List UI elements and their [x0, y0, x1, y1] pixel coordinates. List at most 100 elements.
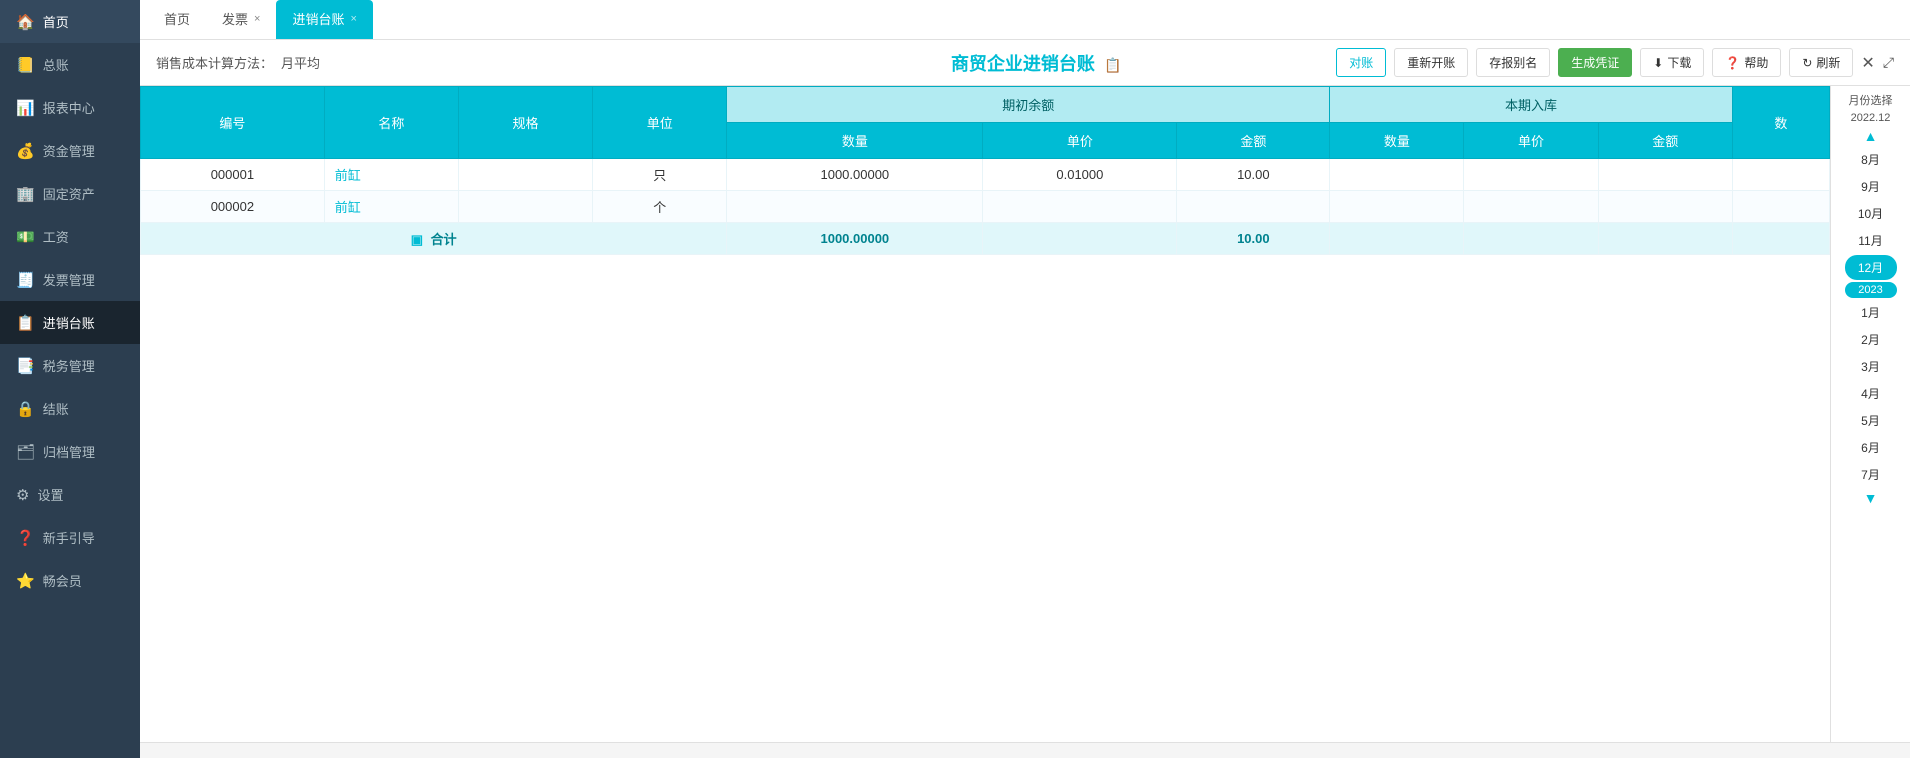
sidebar-label-funds: 资金管理	[43, 141, 95, 160]
sidebar-item-ledger[interactable]: 📒 总账	[0, 43, 140, 86]
total-opening-price-empty	[983, 223, 1177, 255]
sidebar-item-salary[interactable]: 💵 工资	[0, 215, 140, 258]
month-item-9[interactable]: 9月	[1845, 174, 1897, 199]
month-scroll-down[interactable]: ▼	[1859, 488, 1883, 508]
close-window-button[interactable]: ✕	[1861, 53, 1874, 73]
sidebar-label-invoice-mgmt: 发票管理	[43, 270, 95, 289]
tab-invoice[interactable]: 发票 ×	[206, 0, 276, 39]
tab-inventory-ledger[interactable]: 进销台账 ×	[276, 0, 372, 39]
month-item-12[interactable]: 12月	[1845, 255, 1897, 280]
total-more	[1732, 223, 1829, 255]
row1-in-price	[1464, 159, 1598, 191]
col-header-in-qty: 数量	[1330, 123, 1464, 159]
month-item-6[interactable]: 6月	[1845, 435, 1897, 460]
month-panel: 月份选择 2022.12 ▲ 8月 9月 10月 11月 12月 2023 1月…	[1830, 86, 1910, 742]
save-as-button[interactable]: 存报别名	[1476, 48, 1550, 77]
total-label-text: 合计	[431, 232, 457, 247]
sidebar-item-home[interactable]: 🏠 首页	[0, 0, 140, 43]
sidebar-label-guide: 新手引导	[43, 528, 95, 547]
total-in-price	[1464, 223, 1598, 255]
month-scroll-up[interactable]: ▲	[1859, 126, 1883, 146]
refresh-button[interactable]: ↻ 刷新	[1789, 48, 1853, 77]
sidebar-label-assets: 固定资产	[43, 184, 95, 203]
sidebar-label-reports: 报表中心	[43, 98, 95, 117]
total-label: ▣ 合计	[141, 223, 727, 255]
salary-icon: 💵	[16, 228, 35, 246]
download-button[interactable]: ⬇ 下载	[1640, 48, 1704, 77]
sidebar-item-invoice-mgmt[interactable]: 🧾 发票管理	[0, 258, 140, 301]
col-header-code: 编号	[141, 87, 325, 159]
month-item-1[interactable]: 1月	[1845, 300, 1897, 325]
row1-opening-price: 0.01000	[983, 159, 1177, 191]
sidebar-item-closing[interactable]: 🔒 结账	[0, 387, 140, 430]
reopen-button[interactable]: 重新开账	[1394, 48, 1468, 77]
sidebar-item-reports[interactable]: 📊 报表中心	[0, 86, 140, 129]
month-item-4[interactable]: 4月	[1845, 381, 1897, 406]
download-icon: ⬇	[1653, 56, 1663, 70]
sidebar-item-inventory[interactable]: 📋 进销台账	[0, 301, 140, 344]
month-item-5[interactable]: 5月	[1845, 408, 1897, 433]
sidebar-item-funds[interactable]: 💰 资金管理	[0, 129, 140, 172]
table-row: 000001 前缸 只 1000.00000 0.01000 10.00	[141, 159, 1830, 191]
sidebar-label-home: 首页	[43, 12, 69, 31]
ledger-icon: 📒	[16, 56, 35, 74]
tab-inventory-close[interactable]: ×	[350, 13, 356, 25]
year-2023-badge: 2023	[1845, 282, 1897, 298]
expand-window-button[interactable]: ⤢	[1883, 54, 1894, 71]
col-header-name: 名称	[324, 87, 458, 159]
generate-button[interactable]: 生成凭证	[1558, 48, 1632, 77]
month-item-2[interactable]: 2月	[1845, 327, 1897, 352]
sidebar-item-archive[interactable]: 🗂 归档管理	[0, 430, 140, 473]
total-in-amount	[1598, 223, 1732, 255]
sidebar-label-closing: 结账	[43, 399, 69, 418]
sidebar-item-member[interactable]: ⭐ 畅会员	[0, 559, 140, 602]
member-icon: ⭐	[16, 572, 35, 590]
month-item-8[interactable]: 8月	[1845, 147, 1897, 172]
sidebar-item-tax[interactable]: 📑 税务管理	[0, 344, 140, 387]
row1-opening-amount: 10.00	[1177, 159, 1330, 191]
row1-code: 000001	[141, 159, 325, 191]
tab-invoice-close[interactable]: ×	[254, 13, 260, 25]
total-row: ▣ 合计 1000.00000 10.00	[141, 223, 1830, 255]
col-header-opening-qty: 数量	[727, 123, 983, 159]
col-header-in-price: 单价	[1464, 123, 1598, 159]
row1-in-qty	[1330, 159, 1464, 191]
help-button[interactable]: ❓ 帮助	[1712, 48, 1781, 77]
month-item-3[interactable]: 3月	[1845, 354, 1897, 379]
download-label: 下载	[1667, 54, 1691, 71]
main-area: 首页 发票 × 进销台账 × 销售成本计算方法： 月平均 商贸企业进销台账 📋 …	[140, 0, 1910, 758]
table-row: 000002 前缸 个	[141, 191, 1830, 223]
row2-in-price	[1464, 191, 1598, 223]
cost-method-value: 月平均	[281, 53, 320, 72]
toolbar-actions: 对账 重新开账 存报别名 生成凭证 ⬇ 下载 ❓ 帮助 ↻ 刷新 ✕ ⤢	[1336, 48, 1894, 77]
toolbar-left: 销售成本计算方法： 月平均	[156, 53, 736, 72]
help-icon: ❓	[1725, 56, 1740, 70]
inventory-icon: 📋	[16, 314, 35, 332]
row2-spec	[458, 191, 592, 223]
tab-home[interactable]: 首页	[148, 0, 206, 39]
col-header-current-in: 本期入库	[1330, 87, 1733, 123]
month-item-11[interactable]: 11月	[1845, 228, 1897, 253]
refresh-label: 刷新	[1816, 54, 1840, 71]
row1-spec	[458, 159, 592, 191]
sidebar-label-inventory: 进销台账	[43, 313, 95, 332]
sidebar-item-settings[interactable]: ⚙ 设置	[0, 473, 140, 516]
sidebar: 🏠 首页 📒 总账 📊 报表中心 💰 资金管理 🏢 固定资产 💵 工资 🧾 发票…	[0, 0, 140, 758]
sidebar-label-archive: 归档管理	[43, 442, 95, 461]
month-item-7[interactable]: 7月	[1845, 462, 1897, 487]
row2-in-qty	[1330, 191, 1464, 223]
toolbar: 销售成本计算方法： 月平均 商贸企业进销台账 📋 对账 重新开账 存报别名 生成…	[140, 40, 1910, 86]
month-item-10[interactable]: 10月	[1845, 201, 1897, 226]
sidebar-item-guide[interactable]: ❓ 新手引导	[0, 516, 140, 559]
col-header-opening-amount: 金额	[1177, 123, 1330, 159]
total-opening-qty: 1000.00000	[727, 223, 983, 255]
total-in-qty	[1330, 223, 1464, 255]
help-label: 帮助	[1744, 54, 1768, 71]
sidebar-item-assets[interactable]: 🏢 固定资产	[0, 172, 140, 215]
row1-opening-qty: 1000.00000	[727, 159, 983, 191]
row2-opening-qty	[727, 191, 983, 223]
col-header-more: 数	[1732, 87, 1829, 159]
archive-icon: 🗂	[16, 443, 35, 461]
match-button[interactable]: 对账	[1336, 48, 1386, 77]
row2-code: 000002	[141, 191, 325, 223]
